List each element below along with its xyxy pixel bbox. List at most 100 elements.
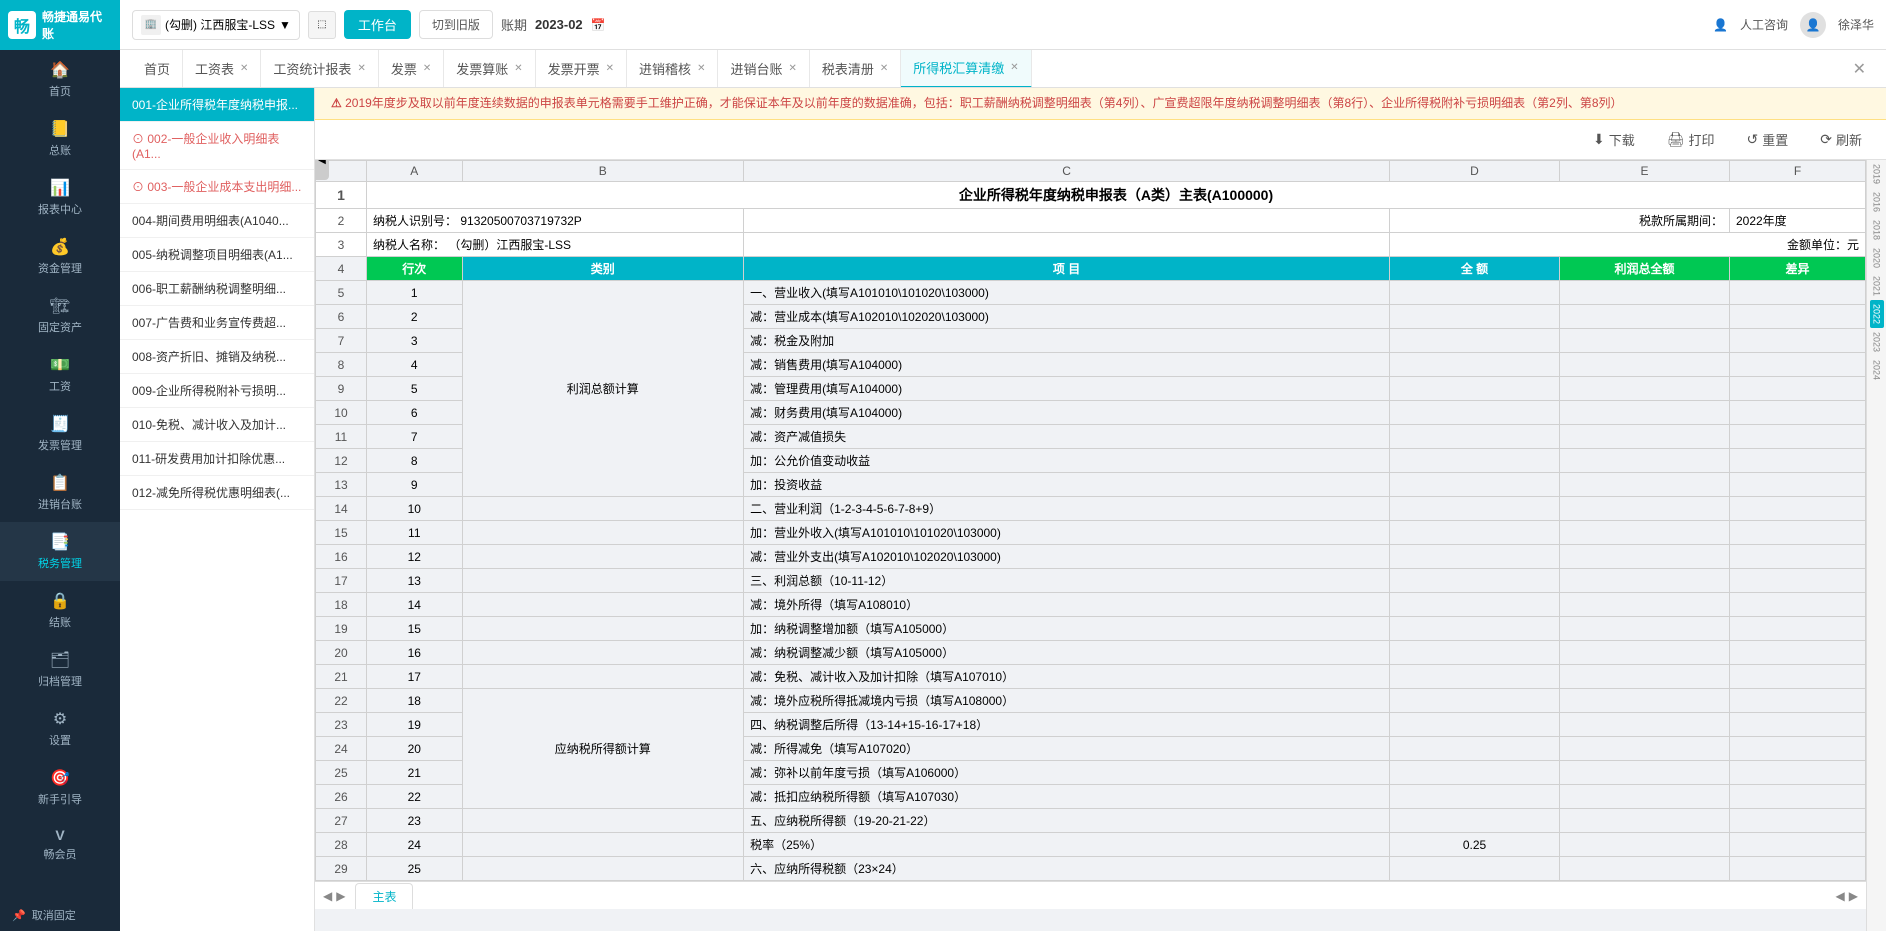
tab-invoice-close[interactable]: ✕ (423, 63, 431, 74)
xingci-17: 17 (366, 665, 462, 689)
tab-sales-ledger[interactable]: 进销台账 ✕ (718, 50, 809, 88)
xingci-1: 1 (366, 281, 462, 305)
table-row: 17 13 三、利润总额（10-11-12） (316, 569, 1866, 593)
switch-button[interactable]: 切到旧版 (419, 10, 493, 39)
xiangmu-21: 减：弥补以前年度亏损（填写A106000） (744, 761, 1390, 785)
timeline-2024[interactable]: 2024 (1870, 356, 1884, 384)
left-item-011[interactable]: 011-研发费用加计扣除优惠... (120, 442, 314, 476)
timeline-2019[interactable]: 2019 (1870, 160, 1884, 188)
left-item-009[interactable]: 009-企业所得税附补亏损明... (120, 374, 314, 408)
refresh-button[interactable]: ⟳ 刷新 (1812, 126, 1870, 153)
tab-sales-check-close[interactable]: ✕ (697, 63, 705, 74)
sidebar-item-assets[interactable]: 💰 资金管理 (0, 227, 120, 286)
pin-toggle[interactable]: 📌 取消固定 (0, 899, 120, 931)
sidebar-item-home[interactable]: 🏠 首页 (0, 50, 120, 109)
tab-sales-ledger-close[interactable]: ✕ (788, 63, 796, 74)
quane-25 (1390, 857, 1560, 881)
company-selector[interactable]: 🏢 (勾删) 江西服宝-LSS ▼ (132, 10, 300, 40)
download-icon: ⬇ (1593, 131, 1605, 148)
tab-invoice-calc[interactable]: 发票算账 ✕ (444, 50, 535, 88)
tab-tax-clear[interactable]: 税表清册 ✕ (810, 50, 901, 88)
lirun-10 (1560, 497, 1730, 521)
reset-button[interactable]: ↺ 重置 (1739, 126, 1797, 153)
scroll-right-button[interactable]: ▶ (1849, 889, 1858, 903)
xiangmu-5: 减：管理费用(填写A104000) (744, 377, 1390, 401)
tab-invoice[interactable]: 发票 ✕ (379, 50, 444, 88)
prev-sheet-button[interactable]: ◀ (323, 889, 332, 903)
tab-income-tax-label: 所得税汇算清缴 (913, 58, 1004, 77)
timeline-2018[interactable]: 2018 (1870, 216, 1884, 244)
tab-tax-clear-close[interactable]: ✕ (880, 63, 888, 74)
print-button[interactable]: 🖨 打印 (1659, 126, 1723, 153)
tab-invoice-open[interactable]: 发票开票 ✕ (536, 50, 627, 88)
sidebar-item-ledger[interactable]: 📒 总账 (0, 109, 120, 168)
chayi-7 (1729, 425, 1865, 449)
tab-payroll-close[interactable]: ✕ (240, 63, 248, 74)
left-item-006[interactable]: 006-职工薪酬纳税调整明细... (120, 272, 314, 306)
sidebar-item-tax[interactable]: 📑 税务管理 (0, 522, 120, 581)
left-item-005[interactable]: 005-纳税调整项目明细表(A1... (120, 238, 314, 272)
left-item-002[interactable]: ⊙ 002-一般企业收入明细表(A1... (120, 122, 314, 170)
timeline-2020[interactable]: 2020 (1870, 244, 1884, 272)
tab-income-tax[interactable]: 所得税汇算清缴 ✕ (901, 50, 1031, 88)
sidebar-item-guide[interactable]: 🎯 新手引导 (0, 758, 120, 817)
tab-home[interactable]: 首页 (132, 50, 183, 88)
guide-icon: 🎯 (50, 768, 70, 788)
tab-payroll-stats[interactable]: 工资统计报表 ✕ (261, 50, 378, 88)
leibie-11 (462, 521, 744, 545)
left-item-004[interactable]: 004-期间费用明细表(A1040... (120, 204, 314, 238)
xingci-10: 10 (366, 497, 462, 521)
leibie-13 (462, 569, 744, 593)
copy-button[interactable]: ⬚ (308, 11, 336, 39)
tab-income-tax-close[interactable]: ✕ (1010, 62, 1018, 73)
chayi-8 (1729, 449, 1865, 473)
timeline-2021[interactable]: 2021 (1870, 272, 1884, 300)
tab-invoice-calc-close[interactable]: ✕ (514, 63, 522, 74)
sidebar-item-sales[interactable]: 📋 进销台账 (0, 463, 120, 522)
calendar-icon[interactable]: 📅 (591, 18, 606, 32)
left-item-003[interactable]: ⊙ 003-一般企业成本支出明细... (120, 170, 314, 204)
left-item-008[interactable]: 008-资产折旧、摊销及纳税... (120, 340, 314, 374)
window-close-button[interactable]: ✕ (1845, 59, 1874, 79)
tab-sales-check[interactable]: 进销稽核 ✕ (627, 50, 718, 88)
left-item-010-label: 010-免税、减计收入及加计... (132, 418, 286, 432)
tab-payroll[interactable]: 工资表 ✕ (183, 50, 261, 88)
sidebar-label-vip: 畅会员 (44, 846, 77, 862)
timeline-2016[interactable]: 2016 (1870, 188, 1884, 216)
collapse-button[interactable]: ◀ (315, 160, 329, 180)
chayi-2 (1729, 305, 1865, 329)
timeline-2022[interactable]: 2022 (1870, 300, 1884, 328)
sidebar-item-fixed[interactable]: 🏗 固定资产 (0, 286, 120, 345)
row-num-18: 18 (316, 593, 367, 617)
sidebar-item-settings[interactable]: ⚙ 设置 (0, 699, 120, 758)
sidebar-label-settings: 设置 (49, 732, 71, 748)
left-item-012[interactable]: 012-减免所得税优惠明细表(... (120, 476, 314, 510)
next-sheet-button[interactable]: ▶ (336, 889, 345, 903)
payroll-icon: 💵 (50, 355, 70, 375)
timeline-2023[interactable]: 2023 (1870, 328, 1884, 356)
sidebar-item-close[interactable]: 🔒 结账 (0, 581, 120, 640)
workbench-button[interactable]: 工作台 (344, 10, 411, 39)
sidebar-item-reports[interactable]: 📊 报表中心 (0, 168, 120, 227)
sheet-main[interactable]: ◀ A B C D E F (315, 160, 1866, 931)
scroll-left-button[interactable]: ◀ (1836, 889, 1845, 903)
service-label[interactable]: 人工咨询 (1740, 16, 1788, 33)
company-value: （勾删）江西服宝-LSS (448, 238, 571, 252)
lirun-3 (1560, 329, 1730, 353)
tab-main[interactable]: 主表 (355, 883, 413, 909)
leibie-lirun: 利润总额计算 (462, 281, 744, 497)
sidebar-item-payroll[interactable]: 💵 工资 (0, 345, 120, 404)
leibie-10 (462, 497, 744, 521)
tab-payroll-stats-close[interactable]: ✕ (357, 63, 365, 74)
sidebar-item-archive[interactable]: 🗂 归档管理 (0, 640, 120, 699)
download-button[interactable]: ⬇ 下载 (1585, 126, 1643, 153)
content-area: 001-企业所得税年度纳税申报... ⊙ 002-一般企业收入明细表(A1...… (120, 88, 1886, 931)
tab-invoice-open-close[interactable]: ✕ (606, 63, 614, 74)
sidebar-item-invoice[interactable]: 🧾 发票管理 (0, 404, 120, 463)
sidebar-item-vip[interactable]: V 畅会员 (0, 817, 120, 872)
left-item-010[interactable]: 010-免税、减计收入及加计... (120, 408, 314, 442)
left-item-001[interactable]: 001-企业所得税年度纳税申报... (120, 88, 314, 122)
xingci-22: 22 (366, 785, 462, 809)
left-item-007[interactable]: 007-广告费和业务宣传费超... (120, 306, 314, 340)
xingci-3: 3 (366, 329, 462, 353)
